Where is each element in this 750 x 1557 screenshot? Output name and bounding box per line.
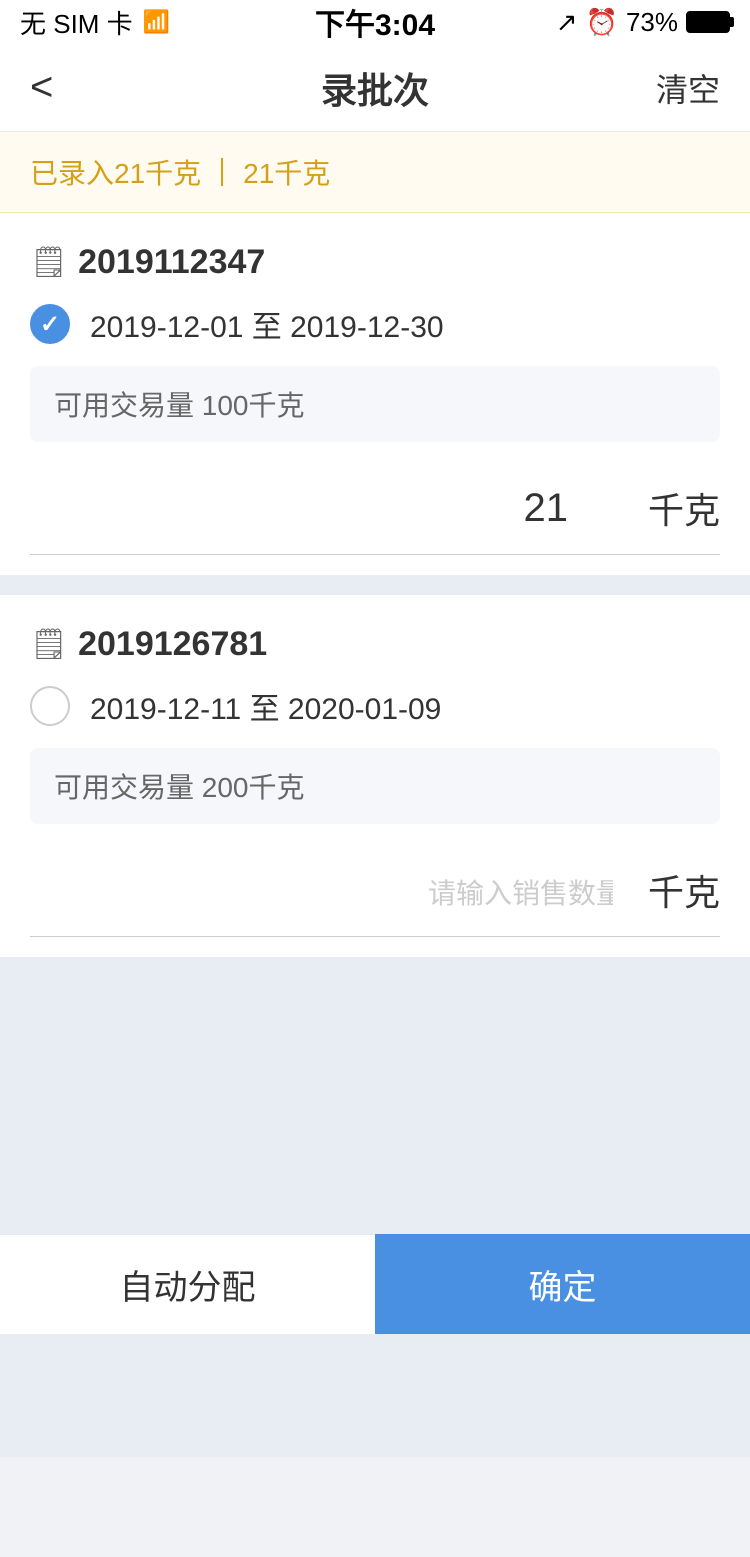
info-banner: 已录入21千克 21千克 [0,132,750,213]
status-right: ↗ ⏰ 73% [556,7,730,38]
batch-1-qty-value: 21 [523,486,568,531]
batch-2-icon: 🗒 [30,627,68,662]
back-button[interactable]: < [30,65,53,110]
status-bar: 无 SIM 卡 📶 下午3:04 ↗ ⏰ 73% [0,0,750,44]
status-time: 下午3:04 [315,0,435,44]
section-separator-1 [0,575,750,595]
nav-bar: < 录批次 清空 [0,44,750,132]
confirm-button[interactable]: 确定 [375,1234,750,1334]
page-title: 录批次 [321,62,429,114]
batch-1-header: 🗒 2019112347 [0,213,750,292]
status-left: 无 SIM 卡 📶 [20,4,170,41]
alarm-icon: ⏰ [586,7,618,38]
location-icon: ↗ [556,7,578,38]
batch-2-available: 可用交易量 200千克 [30,748,720,824]
footer: 自动分配 确定 [0,1234,750,1334]
batch-2-radio[interactable] [30,686,70,726]
batch-2-date-row[interactable]: 2019-12-11 至 2020-01-09 [0,674,750,738]
batch-2-unit: 千克 [648,864,720,916]
recorded-info: 已录入21千克 [30,152,201,192]
auto-distribute-button[interactable]: 自动分配 [0,1234,375,1334]
batch-1-input-row: 21 千克 [0,462,750,554]
batch-1-radio[interactable] [30,304,70,344]
total-info: 21千克 [243,152,330,192]
bottom-area [0,977,750,1457]
batch-1-date: 2019-12-01 至 2019-12-30 [90,302,444,346]
batch-2-qty-input[interactable] [428,868,628,913]
batch-1-available: 可用交易量 100千克 [30,366,720,442]
carrier-text: 无 SIM 卡 [20,4,133,41]
batch-2-header: 🗒 2019126781 [0,595,750,674]
section-separator-2 [0,957,750,977]
batch-1-number: 2019112347 [78,243,265,282]
wifi-icon: 📶 [143,9,170,35]
batch-2-date: 2019-12-11 至 2020-01-09 [90,684,441,728]
battery-icon [686,11,730,33]
batch-1-icon: 🗒 [30,245,68,280]
batch-2-input-row: 千克 [0,844,750,936]
battery-percent: 73% [626,7,678,38]
info-divider [221,158,223,186]
batch-card-1: 🗒 2019112347 2019-12-01 至 2019-12-30 可用交… [0,213,750,575]
batch-card-2: 🗒 2019126781 2019-12-11 至 2020-01-09 可用交… [0,595,750,957]
clear-button[interactable]: 清空 [656,65,720,111]
batch-1-date-row[interactable]: 2019-12-01 至 2019-12-30 [0,292,750,356]
batch-2-number: 2019126781 [78,625,267,664]
batch-1-unit: 千克 [648,482,720,534]
